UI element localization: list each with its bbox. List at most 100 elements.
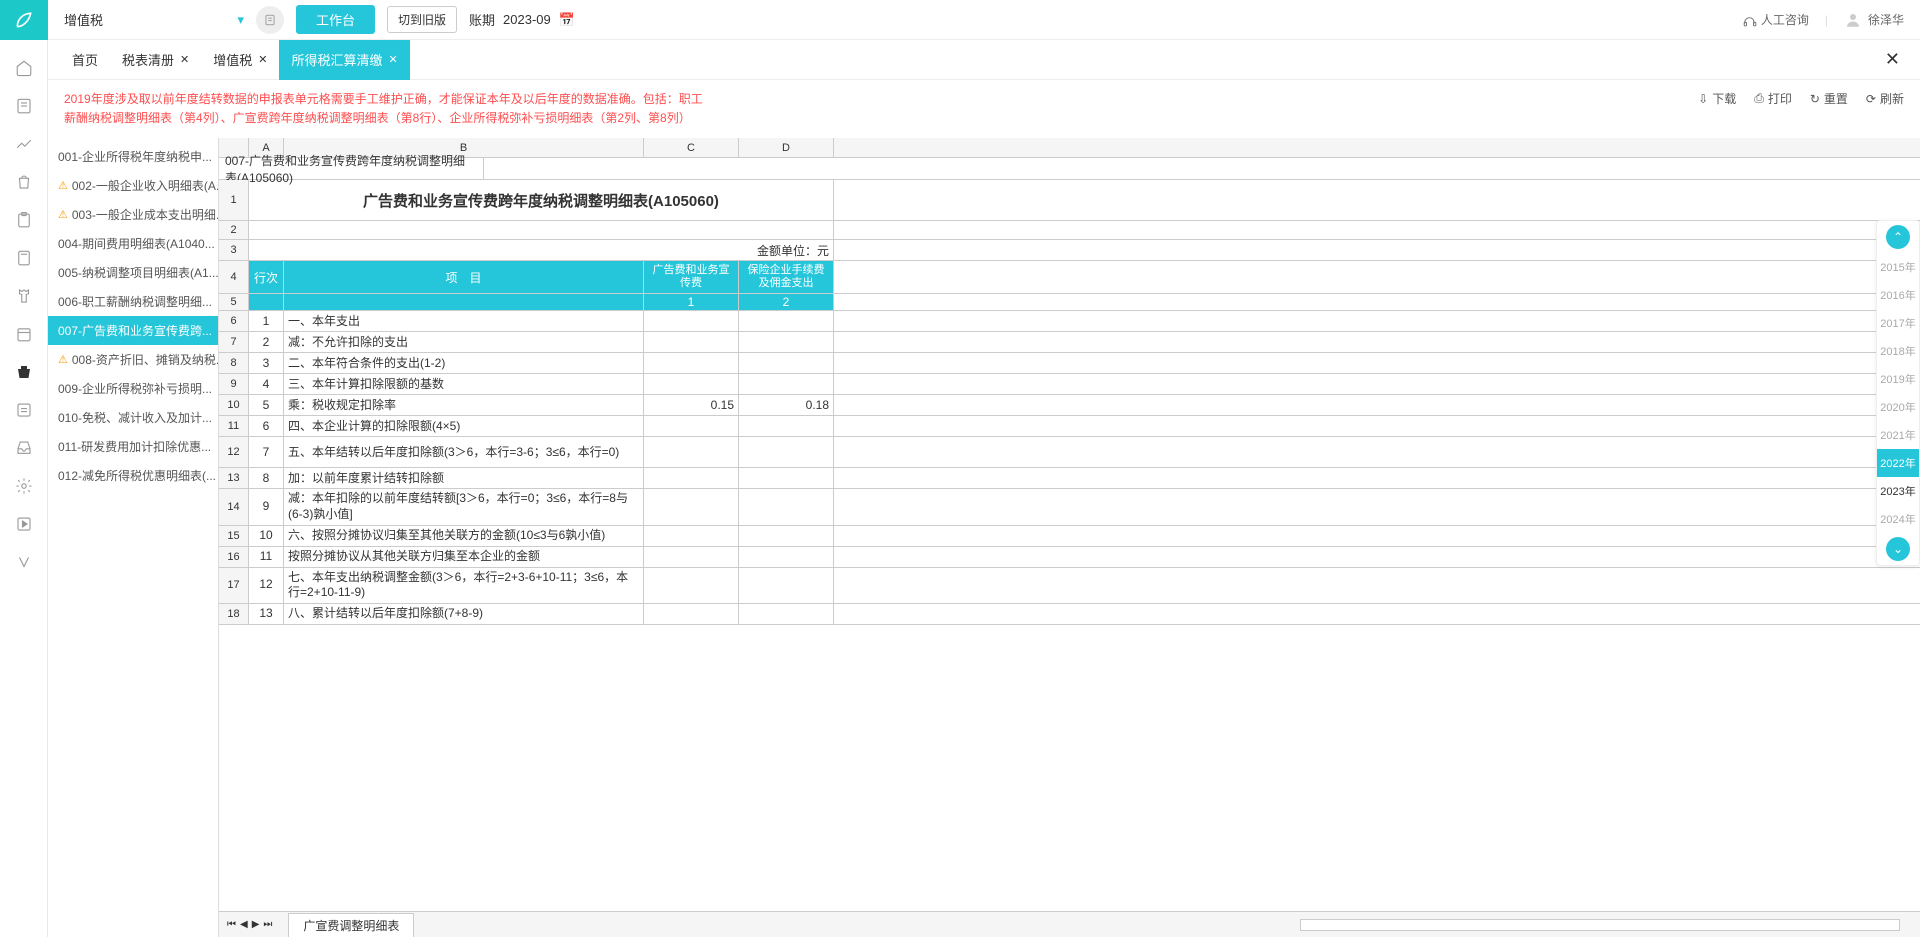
year-item[interactable]: 2023年 xyxy=(1880,477,1915,505)
cell[interactable]: 1 xyxy=(644,294,739,310)
row-num[interactable]: 5 xyxy=(249,395,284,415)
unit-label[interactable]: 金额单位：元 xyxy=(249,240,834,260)
row-num[interactable]: 1 xyxy=(249,311,284,331)
data-cell[interactable]: 0.18 xyxy=(739,395,834,415)
row-header[interactable]: 1 xyxy=(219,180,249,220)
col-header-d[interactable]: D xyxy=(739,138,834,157)
row-num[interactable]: 7 xyxy=(249,437,284,467)
inbox-icon[interactable] xyxy=(14,438,34,458)
data-cell[interactable] xyxy=(644,416,739,436)
cell[interactable] xyxy=(284,294,644,310)
print-button[interactable]: ⎙打印 xyxy=(1754,90,1792,107)
cell[interactable] xyxy=(249,294,284,310)
calendar-icon[interactable]: 📅 xyxy=(559,12,575,28)
row-header[interactable]: 12 xyxy=(219,437,249,467)
data-cell[interactable] xyxy=(644,311,739,331)
home-icon[interactable] xyxy=(14,58,34,78)
row-num[interactable]: 3 xyxy=(249,353,284,373)
year-item[interactable]: 2018年 xyxy=(1880,337,1915,365)
row-label[interactable]: 乘：税收规定扣除率 xyxy=(284,395,644,415)
round-button[interactable] xyxy=(256,6,284,34)
tab-vat[interactable]: 增值税✕ xyxy=(201,40,279,80)
gear-icon[interactable] xyxy=(14,476,34,496)
form-list-item[interactable]: ⚠008-资产折旧、摊销及纳税... xyxy=(48,345,218,374)
play-icon[interactable] xyxy=(14,514,34,534)
close-icon[interactable]: ✕ xyxy=(389,53,398,66)
row-label[interactable]: 六、按照分摊协议归集至其他关联方的金额(10≤3与6孰小值) xyxy=(284,526,644,546)
data-cell[interactable] xyxy=(739,547,834,567)
calc-icon[interactable] xyxy=(14,248,34,268)
shirt-icon[interactable] xyxy=(14,286,34,306)
form-list-item[interactable]: 011-研发费用加计扣除优惠... xyxy=(48,432,218,461)
row-header[interactable]: 4 xyxy=(219,261,249,293)
data-cell[interactable] xyxy=(644,604,739,624)
header-cell[interactable]: 广告费和业务宣传费 xyxy=(644,261,739,293)
user-menu[interactable]: 徐泽华 xyxy=(1844,11,1904,29)
old-version-button[interactable]: 切到旧版 xyxy=(387,6,457,33)
tab-tax-list[interactable]: 税表清册✕ xyxy=(110,40,201,80)
data-cell[interactable] xyxy=(644,353,739,373)
row-header[interactable]: 8 xyxy=(219,353,249,373)
year-item[interactable]: 2024年 xyxy=(1880,505,1915,533)
header-cell[interactable]: 保险企业手续费及佣金支出 xyxy=(739,261,834,293)
row-header[interactable]: 3 xyxy=(219,240,249,260)
data-cell[interactable] xyxy=(644,468,739,488)
cell[interactable]: 2 xyxy=(739,294,834,310)
row-label[interactable]: 二、本年符合条件的支出(1-2) xyxy=(284,353,644,373)
row-header[interactable]: 17 xyxy=(219,568,249,603)
year-item[interactable]: 2020年 xyxy=(1880,393,1915,421)
period-value[interactable]: 2023-09 xyxy=(503,12,551,27)
data-cell[interactable] xyxy=(644,547,739,567)
consult-button[interactable]: 人工咨询 xyxy=(1743,11,1809,28)
row-num[interactable]: 12 xyxy=(249,568,284,603)
row-num[interactable]: 2 xyxy=(249,332,284,352)
row-label[interactable]: 五、本年结转以后年度扣除额(3＞6，本行=3-6；3≤6，本行=0) xyxy=(284,437,644,467)
data-cell[interactable] xyxy=(644,489,739,524)
form-list-item[interactable]: 004-期间费用明细表(A1040... xyxy=(48,229,218,258)
form-list-item[interactable]: 006-职工薪酬纳税调整明细... xyxy=(48,287,218,316)
v-icon[interactable] xyxy=(14,552,34,572)
transfer-icon[interactable] xyxy=(14,400,34,420)
form-list-item[interactable]: ⚠003-一般企业成本支出明细... xyxy=(48,200,218,229)
row-header[interactable]: 10 xyxy=(219,395,249,415)
row-header[interactable]: 14 xyxy=(219,489,249,524)
row-label[interactable]: 一、本年支出 xyxy=(284,311,644,331)
data-cell[interactable] xyxy=(739,468,834,488)
form-list-item[interactable]: 010-免税、减计收入及加计... xyxy=(48,403,218,432)
tab-income-tax[interactable]: 所得税汇算清缴✕ xyxy=(279,40,409,80)
tab-home[interactable]: 首页 xyxy=(60,40,110,80)
data-cell[interactable]: 0.15 xyxy=(644,395,739,415)
row-header[interactable]: 13 xyxy=(219,468,249,488)
data-cell[interactable] xyxy=(739,604,834,624)
row-num[interactable]: 10 xyxy=(249,526,284,546)
form-list-item[interactable]: ⚠002-一般企业收入明细表(A... xyxy=(48,171,218,200)
row-num[interactable]: 8 xyxy=(249,468,284,488)
data-cell[interactable] xyxy=(739,416,834,436)
sheet-nav-next[interactable]: ▶ xyxy=(252,919,260,930)
year-item[interactable]: 2015年 xyxy=(1880,253,1915,281)
data-cell[interactable] xyxy=(739,332,834,352)
close-icon[interactable]: ✕ xyxy=(258,53,267,66)
bag-icon[interactable] xyxy=(14,172,34,192)
doc-icon[interactable] xyxy=(14,96,34,116)
data-cell[interactable] xyxy=(739,311,834,331)
row-label[interactable]: 七、本年支出纳税调整金额(3＞6，本行=2+3-6+10-11；3≤6，本行=2… xyxy=(284,568,644,603)
data-cell[interactable] xyxy=(739,437,834,467)
row-label[interactable]: 四、本企业计算的扣除限额(4×5) xyxy=(284,416,644,436)
year-item[interactable]: 2016年 xyxy=(1880,281,1915,309)
row-label[interactable]: 按照分摊协议从其他关联方归集至本企业的金额 xyxy=(284,547,644,567)
data-cell[interactable] xyxy=(739,526,834,546)
year-item[interactable]: 2021年 xyxy=(1880,421,1915,449)
header-cell[interactable]: 行次 xyxy=(249,261,284,293)
row-num[interactable]: 11 xyxy=(249,547,284,567)
sheet-nav-first[interactable]: ⏮ xyxy=(227,919,236,930)
refresh-button[interactable]: ⟳刷新 xyxy=(1866,90,1904,107)
row-header[interactable]: 6 xyxy=(219,311,249,331)
row-label[interactable]: 八、累计结转以后年度扣除额(7+8-9) xyxy=(284,604,644,624)
close-icon[interactable]: ✕ xyxy=(180,53,189,66)
formula-bar[interactable]: 007-广告费和业务宣传费跨年度纳税调整明细表(A105060) xyxy=(219,158,484,179)
tax-type-selector[interactable]: 增值税 ▾ xyxy=(64,10,244,29)
row-label[interactable]: 加：以前年度累计结转扣除额 xyxy=(284,468,644,488)
horizontal-scrollbar[interactable] xyxy=(1300,919,1900,931)
form-list-item[interactable]: 012-减免所得税优惠明细表(... xyxy=(48,461,218,490)
